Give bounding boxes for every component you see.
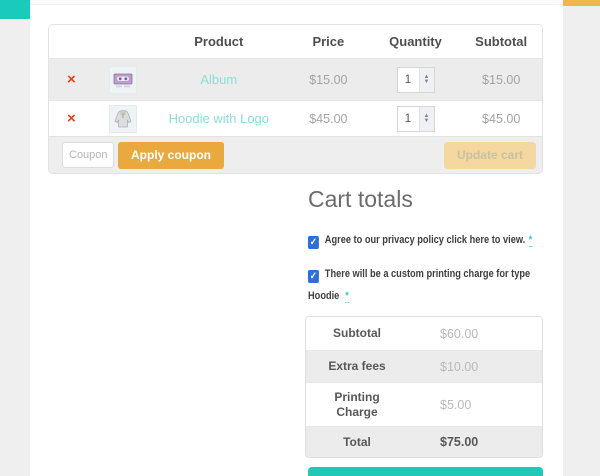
cart-page: Product Price Quantity Subtotal × Album …	[0, 0, 600, 476]
printing-charge-checkbox-row: ✓ There will be a custom printing charge …	[308, 263, 556, 307]
product-link-album[interactable]: Album	[200, 72, 237, 87]
stepper-down-icon[interactable]: ▼	[424, 79, 430, 85]
required-asterisk: *	[345, 290, 349, 303]
product-thumbnail-hoodie[interactable]	[108, 104, 137, 133]
printing-charge-label: There will be a custom printing charge f…	[308, 268, 531, 302]
totals-value: $5.00	[440, 397, 472, 412]
required-asterisk: *	[528, 234, 533, 247]
checkmark-icon: ✓	[309, 237, 317, 248]
quantity-stepper[interactable]: ▲ ▼	[418, 67, 434, 92]
update-cart-button[interactable]: Update cart	[443, 141, 536, 169]
cart-table-header-row: Product Price Quantity Subtotal	[49, 25, 542, 58]
privacy-policy-checkbox[interactable]: ✓	[308, 236, 319, 249]
quantity-value[interactable]: 1	[398, 107, 419, 131]
hoodie-icon	[114, 109, 132, 127]
cart-totals-title: Cart totals	[308, 186, 413, 212]
item-price: $15.00	[309, 72, 348, 87]
product-thumbnail-album[interactable]	[108, 65, 137, 94]
item-price: $45.00	[309, 111, 348, 126]
totals-value: $10.00	[440, 359, 479, 374]
stepper-down-icon[interactable]: ▼	[424, 118, 430, 124]
item-subtotal: $45.00	[482, 111, 521, 126]
remove-item-icon[interactable]: ×	[67, 71, 76, 88]
item-subtotal: $15.00	[482, 72, 521, 87]
cart-actions-row: Apply coupon Update cart	[49, 136, 542, 173]
subtotal-column-header: Subtotal	[475, 34, 528, 49]
totals-row-extra-fees: Extra fees $10.00	[306, 350, 542, 382]
product-column-header: Product	[194, 34, 244, 49]
cassette-icon	[113, 73, 133, 87]
coupon-code-input[interactable]	[62, 142, 114, 168]
quantity-input[interactable]: 1 ▲ ▼	[396, 66, 435, 93]
quantity-stepper[interactable]: ▲ ▼	[418, 106, 434, 131]
totals-label: Subtotal	[333, 326, 381, 340]
cart-item-row-hoodie: × Hoodie with Logo $45.00 1 ▲ ▼ $45.00	[49, 100, 542, 136]
totals-row-subtotal: Subtotal $60.00	[306, 317, 542, 350]
product-link-hoodie[interactable]: Hoodie with Logo	[169, 111, 269, 126]
quantity-column-header: Quantity	[389, 34, 442, 49]
totals-label: Extra fees	[328, 359, 386, 373]
printing-charge-checkbox[interactable]: ✓	[308, 270, 319, 283]
left-page-margin	[0, 19, 30, 476]
top-strip	[30, 0, 563, 5]
apply-coupon-button[interactable]: Apply coupon	[118, 141, 224, 169]
proceed-to-checkout-button[interactable]	[308, 467, 543, 476]
cart-item-row-album: × Album $15.00 1 ▲ ▼ $15.00	[49, 58, 542, 100]
quantity-value[interactable]: 1	[398, 68, 419, 92]
totals-label: Printing Charge	[334, 389, 380, 419]
checkmark-icon: ✓	[309, 271, 317, 282]
totals-row-total: Total $75.00	[306, 426, 542, 457]
right-page-margin	[563, 6, 600, 476]
cart-totals-table: Subtotal $60.00 Extra fees $10.00 Printi…	[305, 316, 543, 458]
teal-accent-block	[0, 0, 30, 19]
remove-item-icon[interactable]: ×	[67, 110, 76, 127]
privacy-policy-label: Agree to our privacy policy click here t…	[324, 234, 526, 246]
quantity-input[interactable]: 1 ▲ ▼	[396, 105, 435, 132]
privacy-policy-checkbox-row: ✓ Agree to our privacy policy click here …	[308, 229, 533, 251]
totals-value: $60.00	[440, 326, 479, 341]
totals-row-printing-charge: Printing Charge $5.00	[306, 382, 542, 426]
totals-value: $75.00	[440, 435, 479, 449]
cart-items-table: Product Price Quantity Subtotal × Album …	[48, 24, 543, 174]
price-column-header: Price	[312, 34, 345, 49]
totals-label: Total	[343, 434, 371, 449]
